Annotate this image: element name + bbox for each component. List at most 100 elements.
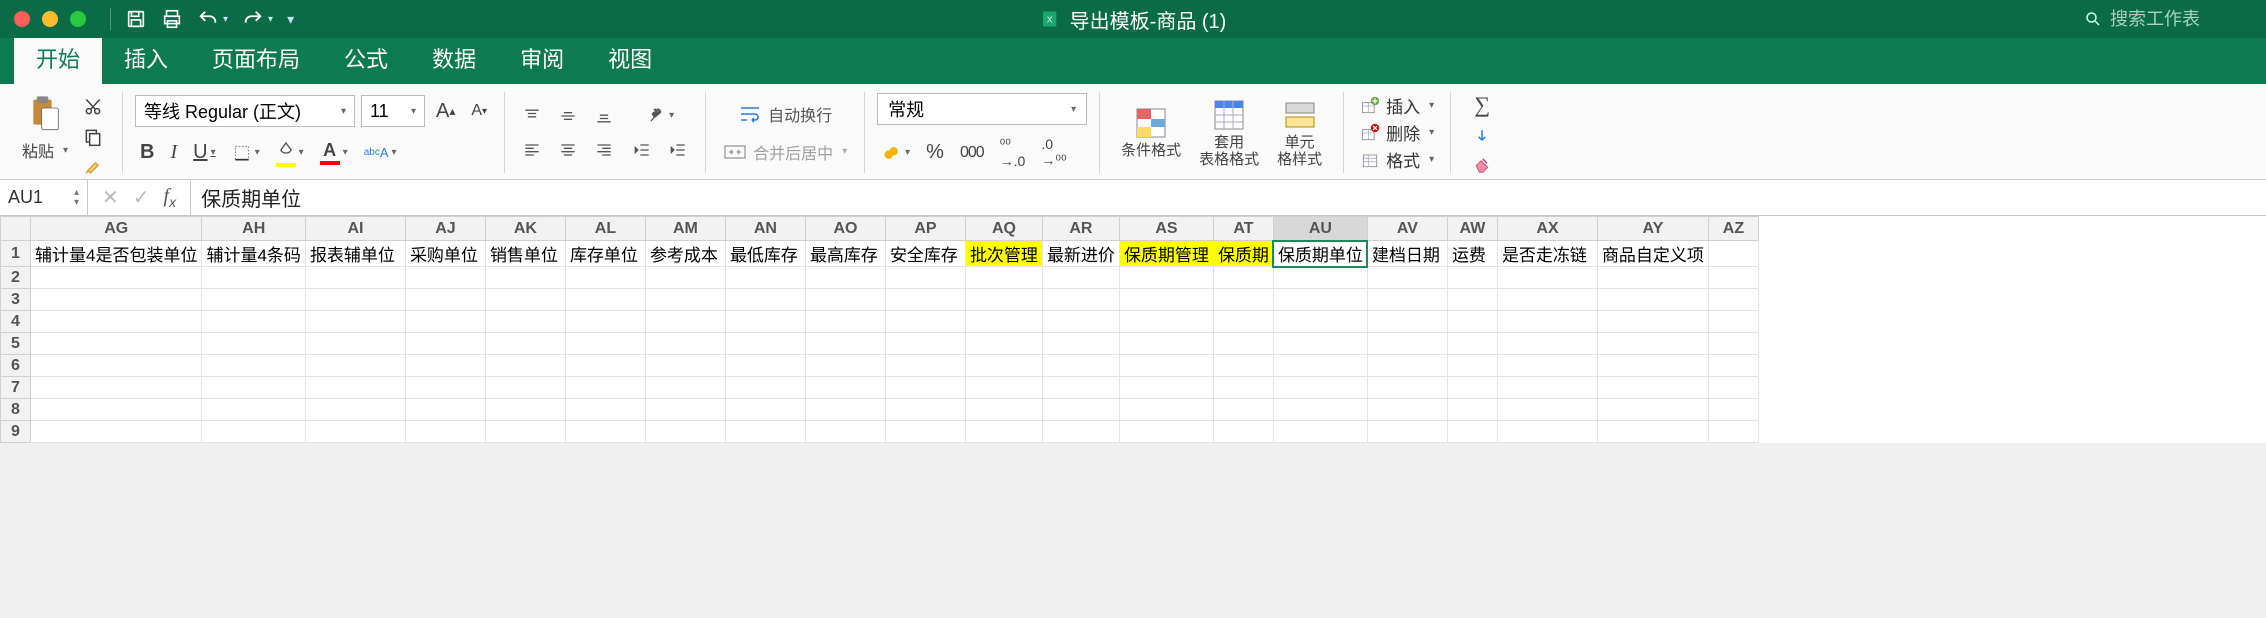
tab-home[interactable]: 开始 — [14, 32, 102, 84]
column-header[interactable]: AW — [1447, 217, 1497, 241]
cell[interactable] — [1273, 289, 1367, 311]
decrease-indent-button[interactable] — [627, 137, 657, 163]
cell[interactable] — [1273, 377, 1367, 399]
cell[interactable] — [565, 377, 645, 399]
column-header[interactable]: AO — [805, 217, 885, 241]
cell[interactable] — [1119, 289, 1213, 311]
cell[interactable] — [1708, 241, 1758, 267]
phonetic-button[interactable]: abcA▾ — [359, 142, 402, 163]
format-cells-button[interactable]: 格式▾ — [1360, 147, 1434, 172]
cell[interactable] — [1273, 399, 1367, 421]
cell[interactable] — [202, 421, 305, 443]
insert-function-button[interactable]: fx — [164, 185, 177, 210]
column-header[interactable]: AZ — [1708, 217, 1758, 241]
column-header[interactable]: AT — [1213, 217, 1273, 241]
cell[interactable] — [31, 311, 202, 333]
copy-button[interactable] — [78, 124, 108, 150]
cell[interactable] — [1273, 421, 1367, 443]
cell[interactable] — [1447, 399, 1497, 421]
cell[interactable]: 采购单位 — [405, 241, 485, 267]
cell[interactable] — [1447, 421, 1497, 443]
column-header[interactable]: AR — [1042, 217, 1119, 241]
increase-decimal-button[interactable]: ⁰⁰→.0 — [995, 133, 1031, 172]
cell[interactable] — [485, 333, 565, 355]
cell[interactable] — [202, 399, 305, 421]
percent-button[interactable]: % — [921, 138, 949, 167]
cell[interactable] — [1708, 289, 1758, 311]
cell[interactable] — [725, 399, 805, 421]
cell[interactable]: 报表辅单位 — [305, 241, 405, 267]
close-icon[interactable] — [14, 11, 30, 27]
cell[interactable] — [1597, 399, 1708, 421]
cell[interactable] — [202, 289, 305, 311]
cell[interactable] — [1447, 311, 1497, 333]
search-box[interactable] — [2084, 9, 2250, 30]
cell[interactable] — [202, 267, 305, 289]
align-bottom-button[interactable] — [589, 103, 619, 129]
cell[interactable] — [965, 377, 1042, 399]
cell[interactable] — [1708, 267, 1758, 289]
cell[interactable] — [565, 399, 645, 421]
column-header[interactable]: AQ — [965, 217, 1042, 241]
cell[interactable] — [1367, 311, 1447, 333]
cell[interactable] — [1708, 355, 1758, 377]
cell[interactable] — [725, 267, 805, 289]
cell[interactable] — [1497, 311, 1597, 333]
increase-font-button[interactable]: A▴ — [431, 97, 460, 126]
cell[interactable] — [1497, 421, 1597, 443]
cell[interactable] — [565, 333, 645, 355]
wrap-text-button[interactable]: 自动换行 — [718, 99, 852, 129]
cell[interactable] — [1273, 267, 1367, 289]
maximize-icon[interactable] — [70, 11, 86, 27]
column-header[interactable]: AI — [305, 217, 405, 241]
cell[interactable] — [965, 311, 1042, 333]
cut-button[interactable] — [78, 94, 108, 120]
column-header[interactable]: AV — [1367, 217, 1447, 241]
cell[interactable] — [31, 289, 202, 311]
row-header[interactable]: 7 — [1, 377, 31, 399]
cell[interactable] — [885, 421, 965, 443]
cell[interactable] — [805, 421, 885, 443]
cell[interactable] — [1708, 377, 1758, 399]
column-header[interactable]: AL — [565, 217, 645, 241]
font-name-select[interactable]: 等线 Regular (正文)▾ — [135, 95, 355, 127]
cell[interactable] — [645, 311, 725, 333]
cell[interactable] — [565, 355, 645, 377]
cell[interactable] — [645, 421, 725, 443]
cell[interactable] — [305, 311, 405, 333]
cell[interactable] — [1042, 377, 1119, 399]
row-header[interactable]: 9 — [1, 421, 31, 443]
cell[interactable] — [1447, 289, 1497, 311]
merge-center-button[interactable]: 合并后居中▾ — [718, 137, 852, 167]
cell[interactable] — [1119, 311, 1213, 333]
cell[interactable] — [565, 421, 645, 443]
cell[interactable] — [1497, 377, 1597, 399]
insert-cells-button[interactable]: 插入▾ — [1360, 93, 1434, 118]
cell[interactable]: 批次管理 — [965, 241, 1042, 267]
search-input[interactable] — [2110, 9, 2250, 30]
cell[interactable] — [805, 399, 885, 421]
cell[interactable] — [405, 311, 485, 333]
cell[interactable] — [1367, 377, 1447, 399]
cell[interactable] — [405, 289, 485, 311]
underline-button[interactable]: U▾ — [188, 138, 220, 167]
cell[interactable] — [885, 399, 965, 421]
cell[interactable] — [1447, 377, 1497, 399]
cell[interactable] — [1497, 399, 1597, 421]
row-header[interactable]: 5 — [1, 333, 31, 355]
format-as-table-button[interactable]: 套用表格格式 — [1190, 90, 1268, 175]
cell[interactable] — [885, 333, 965, 355]
cell[interactable] — [202, 311, 305, 333]
cell[interactable] — [1497, 267, 1597, 289]
cell[interactable] — [645, 377, 725, 399]
cell[interactable] — [1273, 311, 1367, 333]
cell[interactable] — [305, 333, 405, 355]
row-header[interactable]: 2 — [1, 267, 31, 289]
cell[interactable] — [965, 399, 1042, 421]
cell[interactable] — [1447, 355, 1497, 377]
column-header[interactable]: AP — [885, 217, 965, 241]
cell[interactable] — [1367, 289, 1447, 311]
cell[interactable] — [725, 377, 805, 399]
tab-view[interactable]: 视图 — [586, 32, 674, 84]
cell[interactable] — [1119, 333, 1213, 355]
